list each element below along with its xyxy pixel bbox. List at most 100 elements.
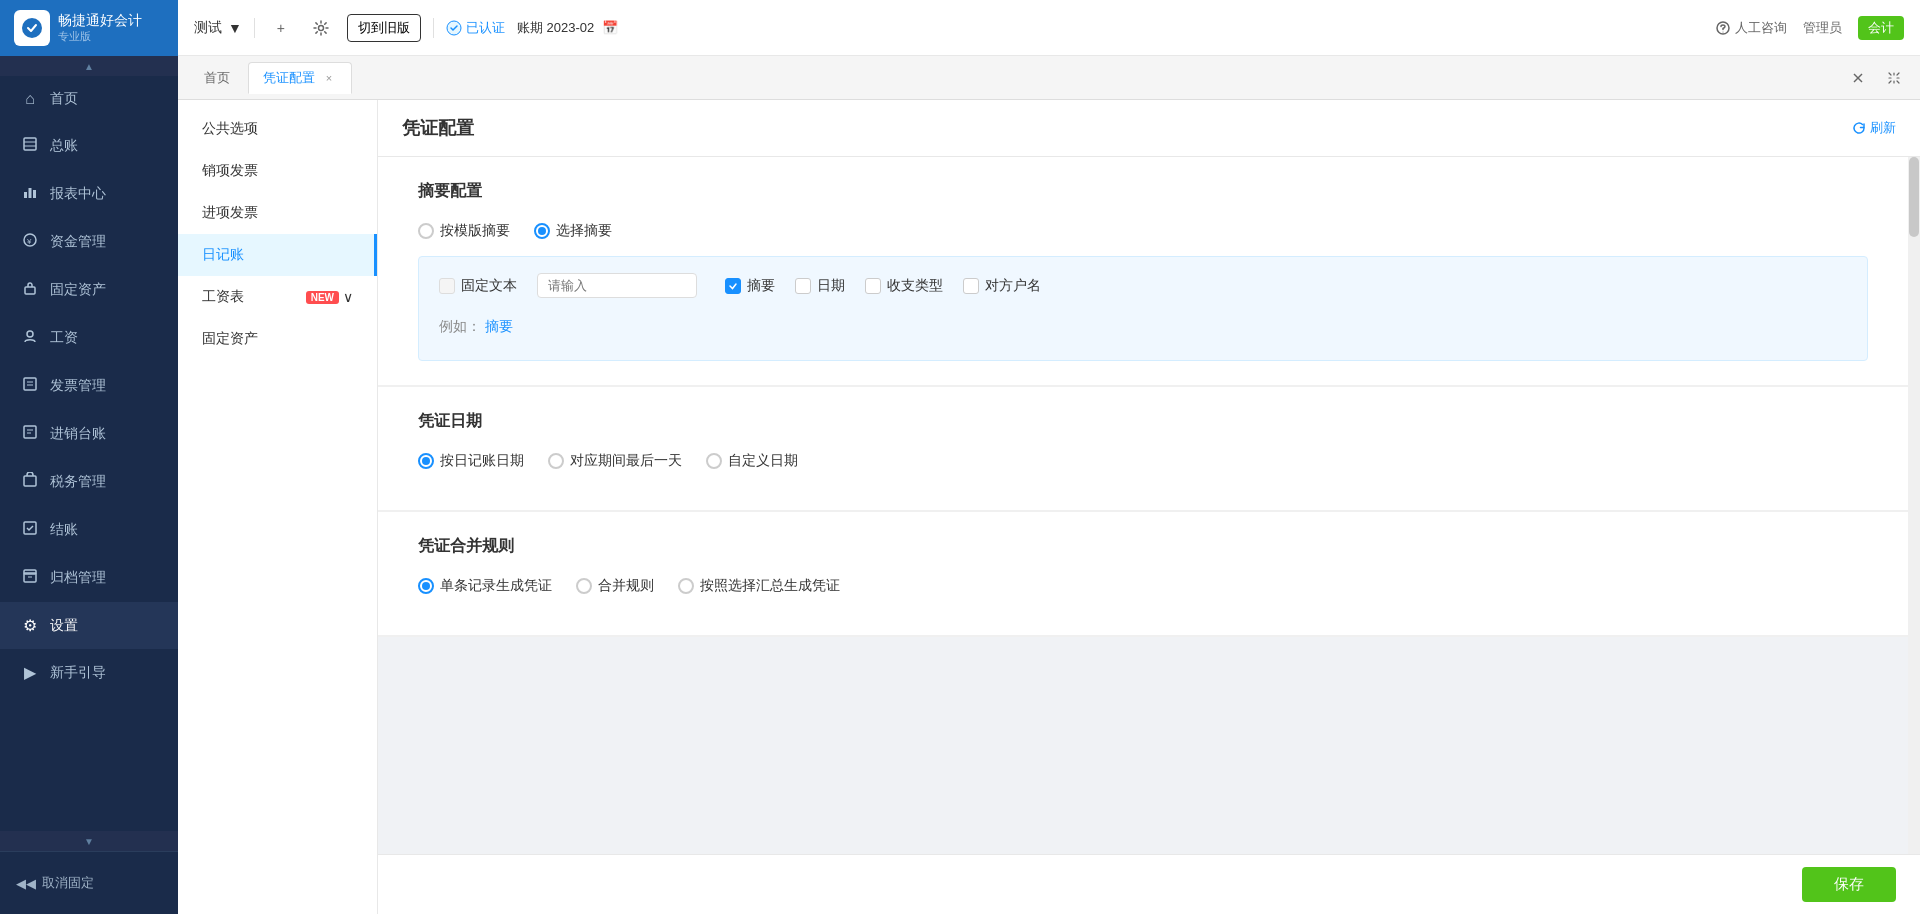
pin-icon: ◀◀ (16, 876, 36, 891)
date-section-title: 凭证日期 (418, 411, 1868, 432)
left-nav-public[interactable]: 公共选项 (178, 108, 377, 150)
add-button[interactable]: + (267, 14, 295, 42)
invoice-icon (20, 376, 40, 396)
tab-close-icon[interactable] (1844, 64, 1872, 92)
accountant-button[interactable]: 会计 (1858, 16, 1904, 40)
sidebar-item-sales-ledger[interactable]: 进销台账 (0, 410, 178, 458)
topbar-right: 人工咨询 管理员 会计 (1715, 16, 1904, 40)
tab-expand-icon[interactable] (1880, 64, 1908, 92)
svg-rect-17 (24, 476, 36, 486)
sidebar-item-reports[interactable]: 报表中心 (0, 170, 178, 218)
sidebar-item-settings[interactable]: ⚙ 设置 (0, 602, 178, 649)
sidebar-item-funds[interactable]: ¥ 资金管理 (0, 218, 178, 266)
sidebar-scroll-up[interactable]: ▲ (0, 56, 178, 76)
sidebar-logo: 畅捷通好会计 专业版 (0, 0, 178, 56)
radio-custom-date[interactable]: 自定义日期 (706, 452, 798, 470)
summary-config-section: 摘要配置 按模版摘要 选择摘要 (378, 157, 1908, 386)
sidebar-item-label-close: 结账 (50, 521, 78, 539)
bottom-bar: 保存 (378, 854, 1920, 914)
checkbox-payment-type-item[interactable]: 收支类型 (865, 277, 943, 295)
content-area: 公共选项 销项发票 进项发票 日记账 工资表 NEW ∨ (178, 100, 1920, 914)
cancel-pin-button[interactable]: ◀◀ 取消固定 (0, 864, 178, 902)
switch-version-button[interactable]: 切到旧版 (347, 14, 421, 42)
sidebar-item-archive[interactable]: 归档管理 (0, 554, 178, 602)
close-period-icon (20, 520, 40, 540)
tab-voucher-config[interactable]: 凭证配置 × (248, 62, 352, 94)
sidebar-item-tax[interactable]: 税务管理 (0, 458, 178, 506)
sidebar-item-assets[interactable]: 固定资产 (0, 266, 178, 314)
checkbox-date-box (795, 278, 811, 294)
left-nav-purchase-invoice[interactable]: 进项发票 (178, 192, 377, 234)
sidebar-item-guide[interactable]: ▶ 新手引导 (0, 649, 178, 696)
refresh-button[interactable]: 刷新 (1852, 119, 1896, 137)
svg-point-25 (1723, 31, 1724, 32)
fixed-text-input[interactable] (537, 273, 697, 298)
checkbox-summary-item[interactable]: 摘要 (725, 277, 775, 295)
checkbox-date-item[interactable]: 日期 (795, 277, 845, 295)
example-label: 例如： (439, 318, 481, 334)
project-selector[interactable]: 测试 ▼ (194, 19, 242, 37)
consult-label: 人工咨询 (1735, 19, 1787, 37)
consult-button[interactable]: 人工咨询 (1715, 19, 1787, 37)
svg-rect-1 (24, 138, 36, 150)
checkbox-counterpart-box (963, 278, 979, 294)
left-nav-diary[interactable]: 日记账 (178, 234, 377, 276)
sidebar: 畅捷通好会计 专业版 ▲ ⌂ 首页 总账 报表中心 (0, 0, 178, 914)
radio-single-record-label: 单条记录生成凭证 (440, 577, 552, 595)
checkbox-counterpart-item[interactable]: 对方户名 (963, 277, 1041, 295)
sidebar-item-invoice[interactable]: 发票管理 (0, 362, 178, 410)
checkbox-date-label: 日期 (817, 277, 845, 295)
period-label: 账期 (517, 20, 543, 35)
svg-text:¥: ¥ (26, 237, 32, 246)
date-config-section: 凭证日期 按日记账日期 对应期间最后一天 (378, 387, 1908, 511)
checkbox-fixed-text-label: 固定文本 (461, 277, 517, 295)
sidebar-item-label-assets: 固定资产 (50, 281, 106, 299)
left-nav-fixed-assets[interactable]: 固定资产 (178, 318, 377, 360)
checkbox-fixed-text-box (439, 278, 455, 294)
topbar: 测试 ▼ + 切到旧版 已认证 账期 2023-02 📅 (178, 0, 1920, 56)
sidebar-item-label-guide: 新手引导 (50, 664, 106, 682)
tab-close-button[interactable]: × (321, 70, 337, 86)
radio-merge-rule-label: 合并规则 (598, 577, 654, 595)
sidebar-scroll-down[interactable]: ▼ (0, 831, 178, 851)
radio-last-day[interactable]: 对应期间最后一天 (548, 452, 682, 470)
radio-by-date[interactable]: 按日记账日期 (418, 452, 524, 470)
funds-icon: ¥ (20, 232, 40, 252)
radio-summarize[interactable]: 按照选择汇总生成凭证 (678, 577, 840, 595)
sidebar-nav: ⌂ 首页 总账 报表中心 ¥ 资金管理 (0, 76, 178, 831)
left-nav-public-label: 公共选项 (202, 120, 258, 136)
admin-button[interactable]: 管理员 (1803, 19, 1842, 37)
tab-home[interactable]: 首页 (190, 62, 244, 94)
radio-by-date-label: 按日记账日期 (440, 452, 524, 470)
radio-single-record-dot (422, 582, 430, 590)
radio-merge-rule-circle (576, 578, 592, 594)
checkbox-summary-box (725, 278, 741, 294)
period-value: 2023-02 (546, 20, 594, 35)
summary-config-box: 固定文本 摘要 (418, 256, 1868, 361)
left-nav-sales-invoice[interactable]: 销项发票 (178, 150, 377, 192)
radio-template-summary[interactable]: 按模版摘要 (418, 222, 510, 240)
settings-gear-button[interactable] (307, 14, 335, 42)
save-label: 保存 (1834, 875, 1864, 892)
reports-icon (20, 184, 40, 204)
radio-select-summary[interactable]: 选择摘要 (534, 222, 612, 240)
radio-single-record[interactable]: 单条记录生成凭证 (418, 577, 552, 595)
svg-rect-5 (29, 188, 32, 198)
sidebar-item-label-tax: 税务管理 (50, 473, 106, 491)
bottom-spacer (378, 637, 1908, 737)
radio-merge-rule[interactable]: 合并规则 (576, 577, 654, 595)
right-scrollbar[interactable] (1908, 157, 1920, 854)
save-button[interactable]: 保存 (1802, 867, 1896, 902)
calendar-icon[interactable]: 📅 (602, 20, 618, 35)
radio-template-circle (418, 223, 434, 239)
checkbox-fixed-text[interactable]: 固定文本 (439, 277, 517, 295)
sidebar-item-home[interactable]: ⌂ 首页 (0, 76, 178, 122)
tabs-bar: 首页 凭证配置 × (178, 56, 1920, 100)
left-nav: 公共选项 销项发票 进项发票 日记账 工资表 NEW ∨ (178, 100, 378, 914)
sidebar-item-close[interactable]: 结账 (0, 506, 178, 554)
sidebar-item-ledger[interactable]: 总账 (0, 122, 178, 170)
page-title: 凭证配置 (402, 116, 474, 140)
guide-icon: ▶ (20, 663, 40, 682)
left-nav-payroll-table[interactable]: 工资表 NEW ∨ (178, 276, 377, 318)
sidebar-item-payroll[interactable]: 工资 (0, 314, 178, 362)
